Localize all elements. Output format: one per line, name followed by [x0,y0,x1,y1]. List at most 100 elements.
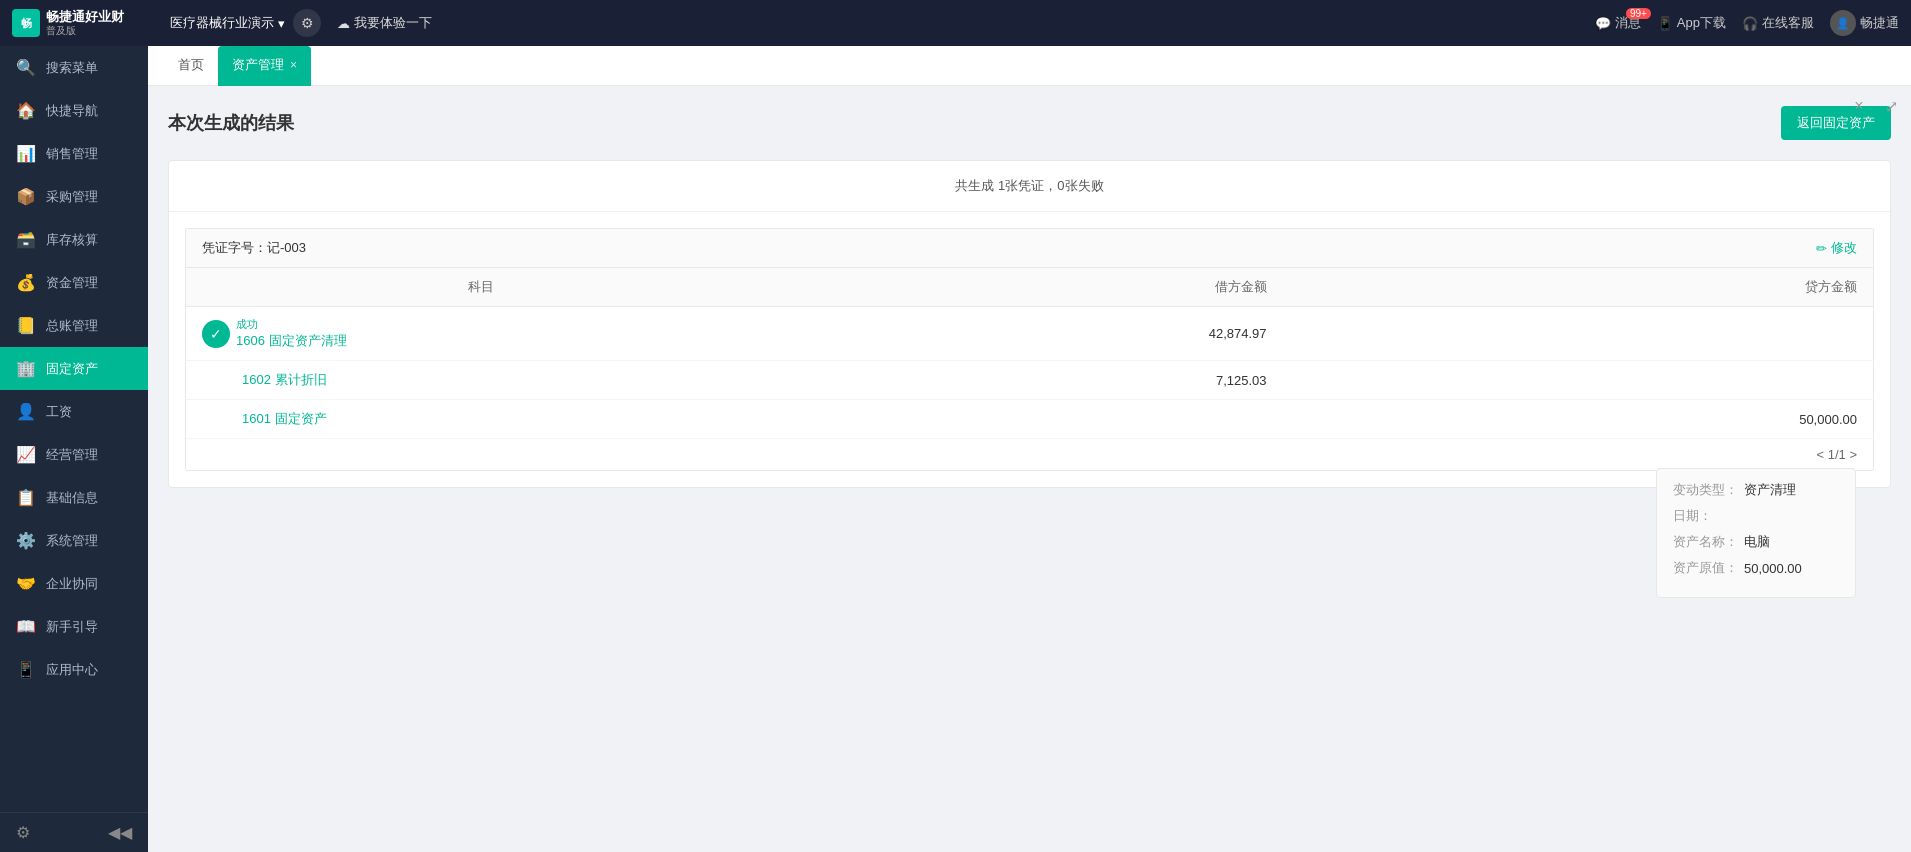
sidebar-collapse-icon[interactable]: ◀◀ [108,823,132,842]
home-icon: 🏠 [16,101,36,120]
sidebar: 🔍 搜索菜单 🏠 快捷导航 📊 销售管理 📦 采购管理 🗃️ 库存核算 💰 [0,46,148,852]
tab-home[interactable]: 首页 [164,46,218,86]
app-download-label: App下载 [1677,14,1726,32]
tab-assets[interactable]: 资产管理 × [218,46,311,86]
voucher-table: 科目 借方金额 贷方金额 [186,268,1873,439]
user-menu[interactable]: 👤 畅捷通 [1830,10,1899,36]
sidebar-item-operations[interactable]: 📈 经营管理 [0,433,148,476]
original-value-label: 资产原值： [1673,559,1738,577]
change-type-row: 变动类型： 资产清理 [1673,481,1839,499]
success-label-block: 成功 1606 固定资产清理 [236,317,347,350]
sidebar-label-fixedassets: 固定资产 [46,360,98,378]
success-cell: ✓ 成功 1606 固定资产清理 [202,317,760,350]
success-icon: ✓ [202,320,230,348]
search-icon: 🔍 [16,58,36,77]
sidebar-item-payroll[interactable]: 👤 工资 [0,390,148,433]
result-summary: 共生成 1张凭证，0张失败 [169,161,1890,212]
sidebar-item-basicinfo[interactable]: 📋 基础信息 [0,476,148,519]
sidebar-item-search[interactable]: 🔍 搜索菜单 [0,46,148,89]
edit-button[interactable]: ✏ 修改 [1816,239,1857,257]
app-download-button[interactable]: 📱 App下载 [1657,14,1726,32]
sidebar-item-ledger[interactable]: 📒 总账管理 [0,304,148,347]
messages-badge: 99+ [1626,8,1651,19]
sidebar-bottom: ⚙ ◀◀ [0,812,148,852]
cell-credit-0 [1283,307,1873,361]
edit-label: 修改 [1831,239,1857,257]
tab-close-icon[interactable]: × [290,58,297,72]
change-type-label: 变动类型： [1673,481,1738,499]
sidebar-settings-icon[interactable]: ⚙ [16,823,30,842]
dialog-controls: × ⤢ [1847,94,1903,118]
sidebar-item-funds[interactable]: 💰 资金管理 [0,261,148,304]
sidebar-label-inventory: 库存核算 [46,231,98,249]
download-icon: 📱 [1657,16,1673,31]
sidebar-label-purchase: 采购管理 [46,188,98,206]
edit-icon: ✏ [1816,241,1827,256]
pagination-next[interactable]: > [1849,447,1857,462]
sidebar-item-appcenter[interactable]: 📱 应用中心 [0,648,148,691]
col-header-subject: 科目 [186,268,776,307]
sidebar-item-purchase[interactable]: 📦 采购管理 [0,175,148,218]
sidebar-label-enterprise: 企业协同 [46,575,98,593]
voucher-header: 凭证字号：记-003 ✏ 修改 [186,229,1873,268]
success-label: 成功 [236,317,347,332]
sidebar-label-sysmanage: 系统管理 [46,532,98,550]
original-value-value: 50,000.00 [1744,561,1802,576]
sidebar-label-guide: 新手引导 [46,618,98,636]
tab-home-label: 首页 [178,56,204,74]
settings-icon[interactable]: ⚙ [293,9,321,37]
logo-text: 畅捷通好业财 普及版 [46,9,124,37]
sidebar-item-fixedassets[interactable]: 🏢 固定资产 [0,347,148,390]
online-service-button[interactable]: 🎧 在线客服 [1742,14,1814,32]
sidebar-item-inventory[interactable]: 🗃️ 库存核算 [0,218,148,261]
app-name: 畅捷通好业财 [46,9,124,25]
close-button[interactable]: × [1847,94,1871,118]
online-service-label: 在线客服 [1762,14,1814,32]
company-selector[interactable]: 医疗器械行业演示 ▾ [170,14,285,32]
side-info-panel: 变动类型： 资产清理 日期： 资产名称： 电脑 [1656,468,1856,598]
sidebar-item-enterprise[interactable]: 🤝 企业协同 [0,562,148,605]
sidebar-label-sales: 销售管理 [46,145,98,163]
voucher-section: 凭证字号：记-003 ✏ 修改 科目 [185,228,1874,471]
cell-debit-0: 42,874.97 [776,307,1282,361]
sidebar-item-sales[interactable]: 📊 销售管理 [0,132,148,175]
cell-subject-2: 1601 固定资产 [186,400,776,439]
money-icon: 💰 [16,273,36,292]
header-center: 医疗器械行业演示 ▾ ⚙ ☁ 我要体验一下 [160,9,1595,37]
pagination-info: 1/1 [1828,447,1850,462]
sidebar-label-operations: 经营管理 [46,446,98,464]
header-right: 💬 消息 99+ 📱 App下载 🎧 在线客服 👤 畅捷通 [1595,10,1899,36]
company-name: 医疗器械行业演示 [170,14,274,32]
sidebar-label-payroll: 工资 [46,403,72,421]
sidebar-item-guide[interactable]: 📖 新手引导 [0,605,148,648]
subject-link-1[interactable]: 1602 累计折旧 [242,372,327,387]
col-header-debit: 借方金额 [776,268,1282,307]
cell-credit-2: 50,000.00 [1283,400,1873,439]
cell-debit-1: 7,125.03 [776,361,1282,400]
sidebar-item-quicknav[interactable]: 🏠 快捷导航 [0,89,148,132]
experience-button[interactable]: ☁ 我要体验一下 [337,14,432,32]
cell-debit-2 [776,400,1282,439]
sidebar-item-sysmanage[interactable]: ⚙️ 系统管理 [0,519,148,562]
sidebar-label-basicinfo: 基础信息 [46,489,98,507]
subject-link-2[interactable]: 1601 固定资产 [242,411,327,426]
asset-name-label: 资产名称： [1673,533,1738,551]
subject-link-0[interactable]: 1606 固定资产清理 [236,333,347,348]
maximize-button[interactable]: ⤢ [1879,94,1903,118]
page-title-area: 本次生成的结果 返回固定资产 [168,106,1891,140]
pagination-prev[interactable]: < [1817,447,1825,462]
table-row: 1601 固定资产 50,000.00 [186,400,1873,439]
info-icon: 📋 [16,488,36,507]
tab-bar: 首页 资产管理 × [148,46,1911,86]
table-header-row: 科目 借方金额 贷方金额 [186,268,1873,307]
tab-assets-label: 资产管理 [232,56,284,74]
handshake-icon: 🤝 [16,574,36,593]
messages-button[interactable]: 💬 消息 99+ [1595,14,1641,32]
inventory-icon: 🗃️ [16,230,36,249]
sidebar-label-ledger: 总账管理 [46,317,98,335]
main-layout: 🔍 搜索菜单 🏠 快捷导航 📊 销售管理 📦 采购管理 🗃️ 库存核算 💰 [0,46,1911,852]
cell-subject-1: 1602 累计折旧 [186,361,776,400]
app-version: 普及版 [46,25,124,37]
avatar: 👤 [1830,10,1856,36]
logo-area: 畅 畅捷通好业财 普及版 [12,9,160,37]
